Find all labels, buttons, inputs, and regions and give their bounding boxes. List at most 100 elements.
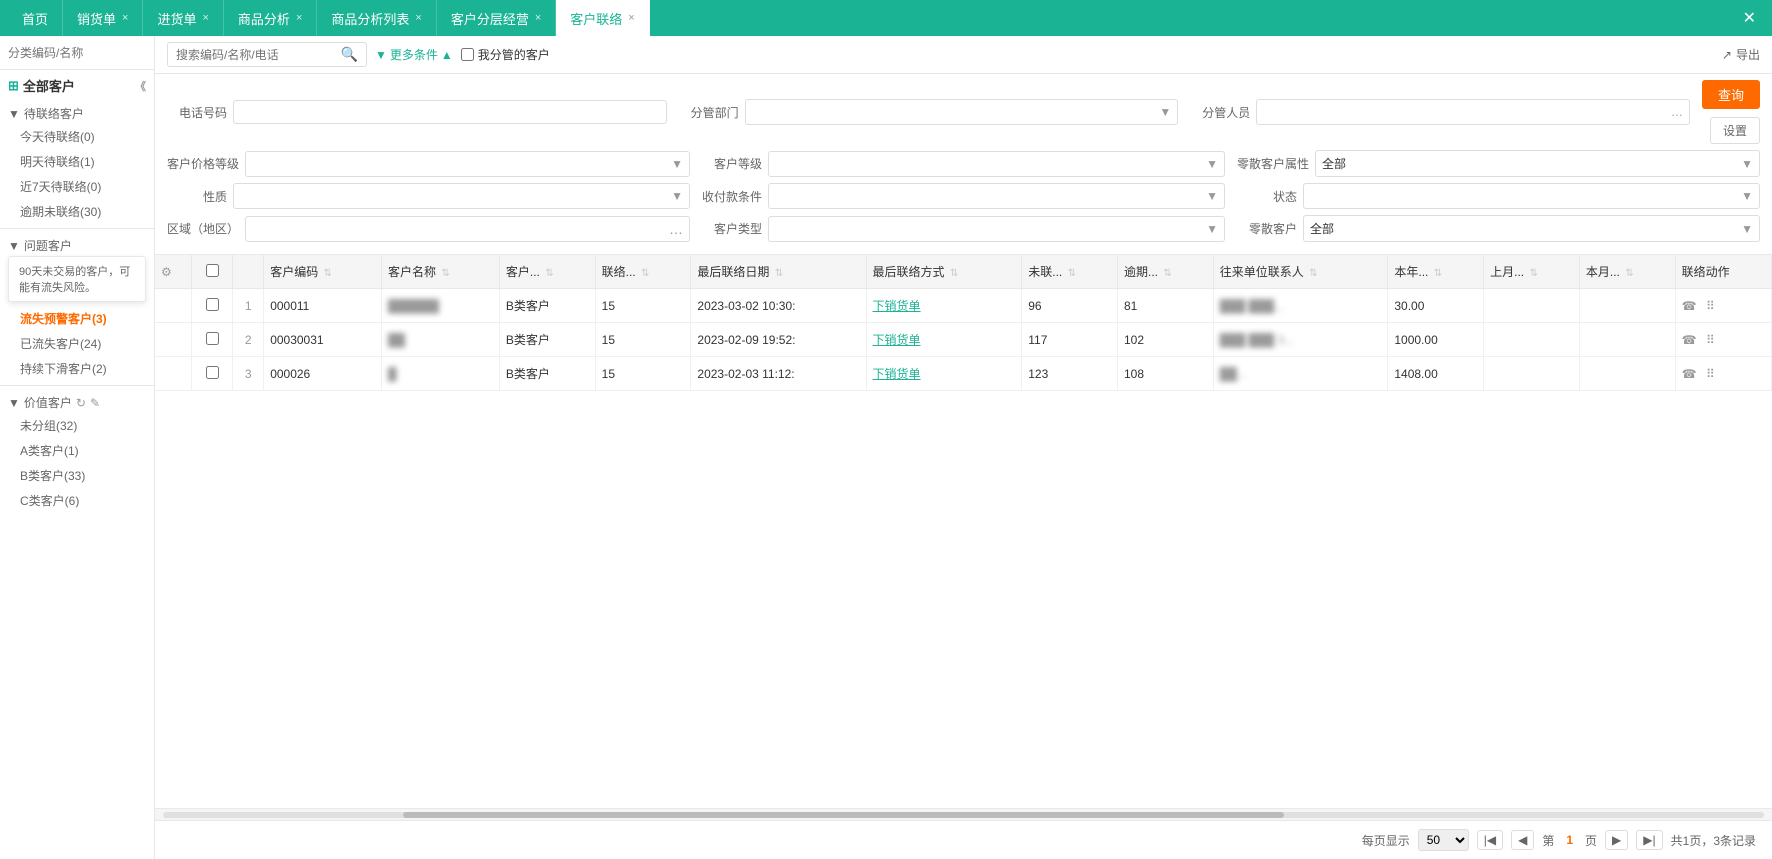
cell-checkbox[interactable] (192, 357, 233, 391)
cell-action[interactable]: ☎ ⠿ (1675, 357, 1771, 391)
my-customers-checkbox[interactable] (461, 48, 474, 61)
th-uncontacted[interactable]: 未联... ⇅ (1022, 255, 1118, 289)
th-code[interactable]: 客户编码 ⇅ (264, 255, 382, 289)
close-icon[interactable]: × (122, 12, 128, 24)
next-page-button[interactable]: ▶ (1605, 830, 1628, 850)
sidebar-item-ungrouped[interactable]: 未分组(32) (0, 413, 154, 438)
sidebar-item-class-b[interactable]: B类客户(33) (0, 463, 154, 488)
tab-sales[interactable]: 销货单 × (63, 0, 143, 36)
settings-gear-icon[interactable]: ⚙ (161, 265, 172, 279)
table-row: 2 00030031 ██ B类客户 15 2023-02-09 19:52: … (155, 323, 1772, 357)
more-actions-icon[interactable]: ⠿ (1706, 333, 1715, 347)
filter-field-phone: 电话号码 (167, 100, 667, 124)
filter-select-price-level[interactable]: ▼ (245, 151, 690, 177)
cell-last-contact-way[interactable]: 下销货单 (866, 289, 1022, 323)
cell-checkbox[interactable] (192, 323, 233, 357)
sidebar-group-value[interactable]: ▼ 价值客户 ↻ ✎ (0, 390, 154, 413)
query-button[interactable]: 查询 (1702, 80, 1760, 109)
page-size-select[interactable]: 50 100 (1418, 829, 1469, 851)
th-settings[interactable]: ⚙ (155, 255, 192, 289)
row-checkbox[interactable] (206, 332, 219, 345)
sidebar-item-class-c[interactable]: C类客户(6) (0, 488, 154, 513)
filter-select-person[interactable]: … (1256, 99, 1690, 125)
more-actions-icon[interactable]: ⠿ (1706, 367, 1715, 381)
contact-icon[interactable]: ☎ (1682, 333, 1697, 347)
th-contacts[interactable]: 往来单位联系人 ⇅ (1213, 255, 1388, 289)
filter-label-price-level: 客户价格等级 (167, 155, 239, 172)
sidebar-item-7days-contact[interactable]: 近7天待联络(0) (0, 174, 154, 199)
sidebar-item-tomorrow-contact[interactable]: 明天待联络(1) (0, 149, 154, 174)
filter-select-dept[interactable]: ▼ (745, 99, 1179, 125)
window-close-button[interactable]: ✕ (1735, 8, 1764, 28)
chevron-down-icon: ▼ (1206, 157, 1218, 171)
filter-select-nature[interactable]: ▼ (233, 183, 690, 209)
contact-icon[interactable]: ☎ (1682, 367, 1697, 381)
close-icon[interactable]: × (415, 12, 421, 24)
first-page-button[interactable]: |◀ (1477, 830, 1503, 850)
cell-checkbox[interactable] (192, 289, 233, 323)
filter-select-customer-type[interactable]: ▼ (768, 216, 1225, 242)
tab-customer-segment[interactable]: 客户分层经营 × (437, 0, 556, 36)
contact-icon[interactable]: ☎ (1682, 299, 1697, 313)
tab-product-analysis[interactable]: 商品分析 × (224, 0, 317, 36)
th-last-contact-way[interactable]: 最后联络方式 ⇅ (866, 255, 1022, 289)
sidebar-item-today-contact[interactable]: 今天待联络(0) (0, 124, 154, 149)
sidebar-item-churn-warning[interactable]: 流失预警客户(3) (0, 306, 154, 331)
close-icon[interactable]: × (202, 12, 208, 24)
tab-product-analysis-list[interactable]: 商品分析列表 × (317, 0, 436, 36)
sidebar-item-class-a[interactable]: A类客户(1) (0, 438, 154, 463)
th-last-month[interactable]: 上月... ⇅ (1484, 255, 1580, 289)
scrollbar-thumb[interactable] (403, 812, 1284, 818)
tab-customer-contact[interactable]: 客户联络 × (556, 0, 649, 36)
cell-action[interactable]: ☎ ⠿ (1675, 323, 1771, 357)
cell-action[interactable]: ☎ ⠿ (1675, 289, 1771, 323)
search-button[interactable]: 🔍 (341, 46, 358, 63)
horizontal-scrollbar[interactable] (155, 808, 1772, 820)
settings-button[interactable]: 设置 (1710, 117, 1760, 144)
th-last-contact-date[interactable]: 最后联络日期 ⇅ (691, 255, 866, 289)
prev-page-button[interactable]: ◀ (1511, 830, 1534, 850)
close-icon[interactable]: × (535, 12, 541, 24)
filter-select-payment[interactable]: ▼ (768, 183, 1225, 209)
filter-select-retail[interactable]: 全部 ▼ (1303, 215, 1760, 242)
export-button[interactable]: ↗ 导出 (1722, 46, 1760, 63)
tab-purchase[interactable]: 进货单 × (143, 0, 223, 36)
row-checkbox[interactable] (206, 298, 219, 311)
cell-last-contact-way[interactable]: 下销货单 (866, 323, 1022, 357)
last-page-button[interactable]: ▶| (1636, 830, 1662, 850)
select-all-checkbox[interactable] (206, 264, 219, 277)
th-checkbox[interactable] (192, 255, 233, 289)
filter-select-customer-level[interactable]: ▼ (768, 151, 1225, 177)
row-checkbox[interactable] (206, 366, 219, 379)
sidebar-search-input[interactable] (8, 46, 155, 60)
filter-select-zero-attr[interactable]: 全部 ▼ (1315, 150, 1760, 177)
close-icon[interactable]: × (628, 12, 634, 24)
sort-icon: ⇅ (441, 268, 449, 279)
more-actions-icon[interactable]: ⠿ (1706, 299, 1715, 313)
my-customers-checkbox-label[interactable]: 我分管的客户 (461, 46, 550, 63)
sidebar-item-declining[interactable]: 持续下滑客户(2) (0, 356, 154, 381)
edit-icon[interactable]: ✎ (90, 396, 100, 410)
tab-home[interactable]: 首页 (8, 0, 63, 36)
cell-last-contact-way[interactable]: 下销货单 (866, 357, 1022, 391)
th-contact[interactable]: 联络... ⇅ (595, 255, 691, 289)
sidebar-item-churned[interactable]: 已流失客户(24) (0, 331, 154, 356)
refresh-icon[interactable]: ↻ (76, 396, 86, 410)
th-this-month[interactable]: 本月... ⇅ (1579, 255, 1675, 289)
sidebar-group-pending[interactable]: ▼ 待联络客户 (0, 101, 154, 124)
dots-icon[interactable]: … (669, 221, 683, 237)
th-this-year[interactable]: 本年... ⇅ (1388, 255, 1484, 289)
sidebar-all-customers[interactable]: ⊞ 全部客户 《 (0, 70, 154, 101)
filter-more-button[interactable]: ▼ 更多条件 ▲ (375, 46, 453, 63)
search-input[interactable] (176, 48, 341, 62)
filter-select-status[interactable]: ▼ (1303, 183, 1760, 209)
filter-select-region[interactable]: … (245, 216, 690, 242)
th-type[interactable]: 客户... ⇅ (499, 255, 595, 289)
divider (0, 385, 154, 386)
close-icon[interactable]: × (296, 12, 302, 24)
sidebar-group-problem[interactable]: ▼ 问题客户 (0, 233, 154, 256)
th-name[interactable]: 客户名称 ⇅ (382, 255, 500, 289)
filter-input-phone[interactable] (233, 100, 667, 124)
sidebar-item-overdue-contact[interactable]: 逾期未联络(30) (0, 199, 154, 224)
th-overdue[interactable]: 逾期... ⇅ (1118, 255, 1214, 289)
